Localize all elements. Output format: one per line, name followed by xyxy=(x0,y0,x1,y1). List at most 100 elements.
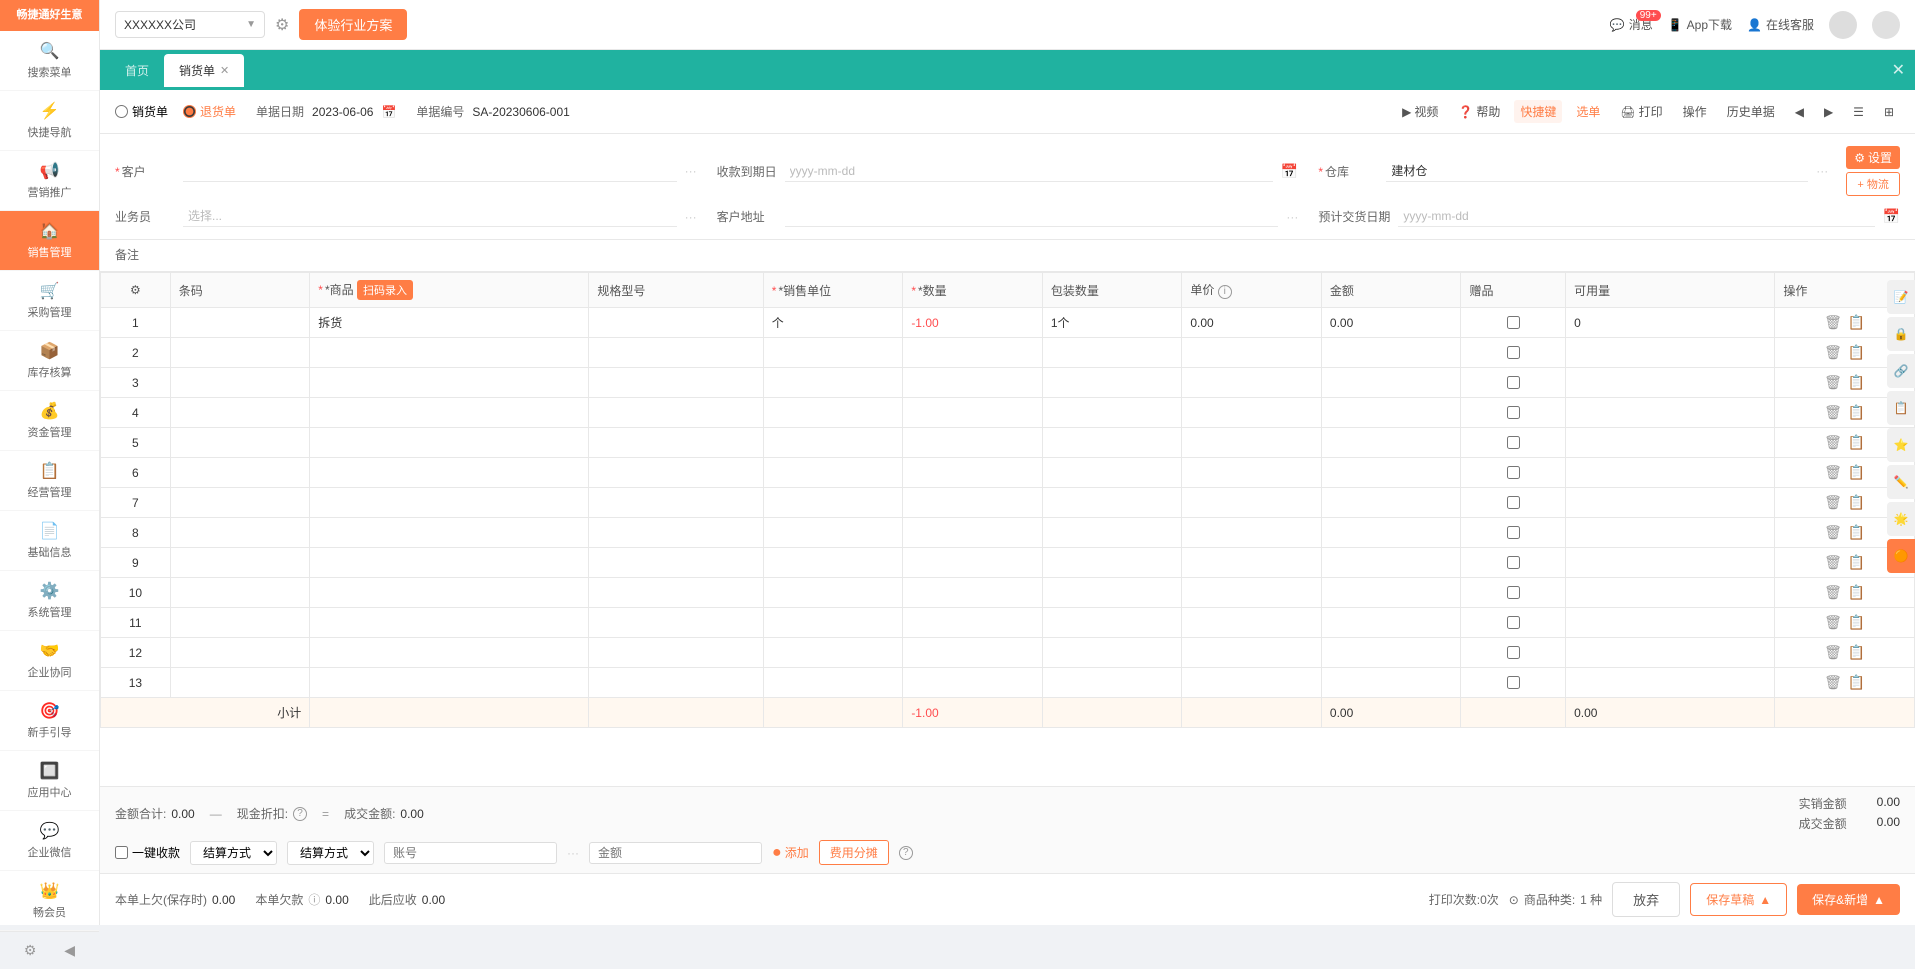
delete-row-icon-2[interactable]: 🗑 xyxy=(1824,344,1842,361)
settings-footer-icon[interactable]: ⚙ xyxy=(24,942,37,959)
tab-home[interactable]: 首页 xyxy=(110,54,164,87)
collapse-icon[interactable]: ◀ xyxy=(64,942,75,959)
gift-checkbox-9[interactable] xyxy=(1507,556,1520,569)
expected-calendar-icon[interactable]: 📅 xyxy=(1883,208,1900,225)
row-spec-1[interactable] xyxy=(589,308,763,338)
avatar[interactable] xyxy=(1829,11,1857,39)
delete-row-icon-7[interactable]: 🗑 xyxy=(1824,494,1842,511)
sidebar-item-wechat[interactable]: 💬 企业微信 xyxy=(0,811,99,871)
settings-col-icon[interactable]: ⚙ xyxy=(130,283,141,297)
copy-row-icon-1[interactable]: 📋 xyxy=(1848,314,1865,331)
gift-checkbox-1[interactable] xyxy=(1507,316,1520,329)
print-button[interactable]: 🖨 打印 xyxy=(1614,100,1668,123)
copy-row-icon-8[interactable]: 📋 xyxy=(1848,524,1865,541)
delete-row-icon-10[interactable]: 🗑 xyxy=(1824,584,1842,601)
price-info-icon[interactable]: i xyxy=(1218,285,1232,299)
sidebar-item-system[interactable]: ⚙️ 系统管理 xyxy=(0,571,99,631)
gift-checkbox-13[interactable] xyxy=(1507,676,1520,689)
delete-row-icon-3[interactable]: 🗑 xyxy=(1824,374,1842,391)
sidebar-item-inventory[interactable]: 📦 库存核算 xyxy=(0,331,99,391)
gift-checkbox-10[interactable] xyxy=(1507,586,1520,599)
save-dropdown-icon[interactable]: ▲ xyxy=(1873,893,1885,907)
expected-date-input[interactable] xyxy=(1398,206,1874,227)
sidebar-item-basic[interactable]: 📄 基础信息 xyxy=(0,511,99,571)
row-barcode-1[interactable] xyxy=(170,308,310,338)
account-dots-icon[interactable]: ··· xyxy=(567,846,579,860)
salesman-input[interactable] xyxy=(183,206,677,227)
warehouse-input[interactable] xyxy=(1386,161,1808,182)
online-service-item[interactable]: 👤 在线客服 xyxy=(1747,16,1814,33)
delete-row-icon-1[interactable]: 🗑 xyxy=(1824,314,1842,331)
save-new-button[interactable]: 保存&新增 ▲ xyxy=(1797,884,1900,915)
copy-row-icon-2[interactable]: 📋 xyxy=(1848,344,1865,361)
sidebar-item-management[interactable]: 📋 经营管理 xyxy=(0,451,99,511)
tab-sales-order[interactable]: 销货单 ✕ xyxy=(164,54,244,87)
address-dots-icon[interactable]: ··· xyxy=(1286,210,1298,224)
sidebar-item-search[interactable]: 🔍 搜索菜单 xyxy=(0,31,99,91)
fee-info-icon[interactable]: ? xyxy=(899,846,913,860)
avatar-2[interactable] xyxy=(1872,11,1900,39)
delete-row-icon-5[interactable]: 🗑 xyxy=(1824,434,1842,451)
draft-dropdown-icon[interactable]: ▲ xyxy=(1759,893,1771,907)
delete-row-icon-4[interactable]: 🗑 xyxy=(1824,404,1842,421)
radio-return-input[interactable] xyxy=(183,105,196,118)
view-toggle-1[interactable]: ☰ xyxy=(1847,102,1870,122)
float-btn-5[interactable]: ⭐ xyxy=(1887,428,1915,462)
sidebar-item-apps[interactable]: 🔲 应用中心 xyxy=(0,751,99,811)
float-btn-2[interactable]: 🔒 xyxy=(1887,317,1915,351)
float-btn-7[interactable]: 🌟 xyxy=(1887,502,1915,536)
history-button[interactable]: 历史单据 xyxy=(1721,100,1781,123)
one-click-checkbox-input[interactable] xyxy=(115,846,128,859)
customer-dots-icon[interactable]: ··· xyxy=(685,164,697,178)
delete-row-icon-13[interactable]: 🗑 xyxy=(1824,674,1842,691)
notes-input[interactable] xyxy=(147,248,1900,262)
video-button[interactable]: ▶ 视频 xyxy=(1396,100,1444,123)
row-qty-1[interactable]: -1.00 xyxy=(903,308,1043,338)
float-btn-4[interactable]: 📋 xyxy=(1887,391,1915,425)
sidebar-item-marketing[interactable]: 📢 营销推广 xyxy=(0,151,99,211)
sidebar-item-sales[interactable]: 🏠 销售管理 xyxy=(0,211,99,271)
company-selector[interactable]: XXXXXX公司 ▼ xyxy=(115,11,265,38)
select-button[interactable]: 选单 xyxy=(1570,100,1606,123)
gift-checkbox-2[interactable] xyxy=(1507,346,1520,359)
float-btn-1[interactable]: 📝 xyxy=(1887,280,1915,314)
operate-button[interactable]: 操作 xyxy=(1677,100,1713,123)
copy-row-icon-6[interactable]: 📋 xyxy=(1848,464,1865,481)
save-draft-button[interactable]: 保存草稿 ▲ xyxy=(1690,883,1787,916)
copy-row-icon-4[interactable]: 📋 xyxy=(1848,404,1865,421)
message-item[interactable]: 💬 消息 99+ xyxy=(1610,16,1653,33)
next-record-button[interactable]: ▶ xyxy=(1818,102,1839,122)
copy-row-icon-7[interactable]: 📋 xyxy=(1848,494,1865,511)
radio-sales-input[interactable] xyxy=(115,105,128,118)
copy-row-icon-9[interactable]: 📋 xyxy=(1848,554,1865,571)
copy-row-icon-10[interactable]: 📋 xyxy=(1848,584,1865,601)
sidebar-item-enterprise[interactable]: 🤝 企业协同 xyxy=(0,631,99,691)
sidebar-item-purchase[interactable]: 🛒 采购管理 xyxy=(0,271,99,331)
delete-row-icon-11[interactable]: 🗑 xyxy=(1824,614,1842,631)
float-btn-orange[interactable]: 🟠 xyxy=(1887,539,1915,573)
header-gear-icon[interactable]: ⚙ xyxy=(275,15,289,35)
sidebar-item-finance[interactable]: 💰 资金管理 xyxy=(0,391,99,451)
sidebar-item-member[interactable]: 👑 畅会员 xyxy=(0,871,99,931)
copy-row-icon-5[interactable]: 📋 xyxy=(1848,434,1865,451)
copy-row-icon-11[interactable]: 📋 xyxy=(1848,614,1865,631)
tab-close-icon[interactable]: ✕ xyxy=(220,64,229,77)
gift-checkbox-8[interactable] xyxy=(1507,526,1520,539)
copy-row-icon-13[interactable]: 📋 xyxy=(1848,674,1865,691)
help-button[interactable]: ❓ 帮助 xyxy=(1452,100,1506,123)
account-select[interactable]: 结算方式 xyxy=(287,841,374,865)
collection-date-input[interactable] xyxy=(785,161,1273,182)
calendar-icon[interactable]: 📅 xyxy=(381,105,396,119)
customer-address-input[interactable] xyxy=(785,206,1279,227)
gift-checkbox-5[interactable] xyxy=(1507,436,1520,449)
gift-checkbox-4[interactable] xyxy=(1507,406,1520,419)
discard-button[interactable]: 放弃 xyxy=(1612,882,1680,917)
gift-checkbox-6[interactable] xyxy=(1507,466,1520,479)
warehouse-dots-icon[interactable]: ··· xyxy=(1816,164,1828,178)
salesman-dots-icon[interactable]: ··· xyxy=(685,210,697,224)
delete-row-icon-8[interactable]: 🗑 xyxy=(1824,524,1842,541)
collection-calendar-icon[interactable]: 📅 xyxy=(1281,163,1298,180)
customer-input[interactable] xyxy=(183,161,677,182)
float-btn-6[interactable]: ✏️ xyxy=(1887,465,1915,499)
row-amount-1[interactable]: 0.00 xyxy=(1321,308,1461,338)
